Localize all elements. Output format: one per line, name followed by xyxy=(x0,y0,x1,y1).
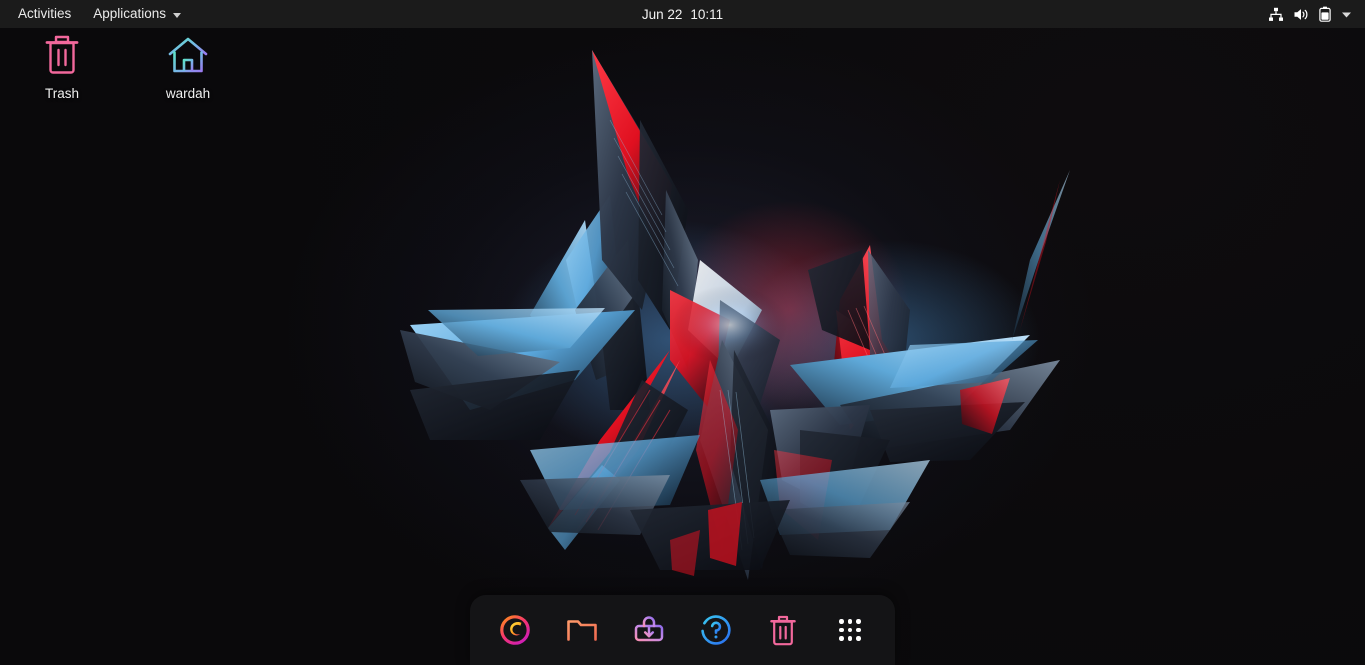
activities-button[interactable]: Activities xyxy=(9,3,80,25)
abstract-shards-artwork xyxy=(400,50,1070,580)
top-bar-left: Activities Applications xyxy=(0,0,190,28)
dock-item-firefox[interactable] xyxy=(492,607,538,653)
clock-date: Jun 22 xyxy=(641,6,683,22)
top-bar: Activities Applications Jun 22 10:11 xyxy=(0,0,1365,28)
dock xyxy=(470,595,895,665)
dock-item-show-apps[interactable] xyxy=(827,607,873,653)
battery-icon[interactable] xyxy=(1319,6,1331,22)
volume-icon[interactable] xyxy=(1293,7,1310,22)
desktop-icon-label: wardah xyxy=(165,86,211,101)
desktop-icon-home[interactable]: wardah xyxy=(140,30,236,102)
dock-item-trash[interactable] xyxy=(760,607,806,653)
home-icon xyxy=(165,30,211,80)
grid-dots-icon xyxy=(839,619,861,641)
applications-label: Applications xyxy=(93,6,167,22)
desktop-icon-trash[interactable]: Trash xyxy=(14,30,110,102)
desktop-screen: Activities Applications Jun 22 10:11 Tra… xyxy=(0,0,1365,665)
dock-item-files[interactable] xyxy=(559,607,605,653)
clock-area: Jun 22 10:11 xyxy=(0,0,1365,28)
trash-icon xyxy=(42,30,82,80)
chevron-down-icon[interactable] xyxy=(1340,8,1353,21)
dock-item-help[interactable] xyxy=(693,607,739,653)
network-wired-icon[interactable] xyxy=(1268,7,1284,22)
desktop-icon-label: Trash xyxy=(44,86,79,101)
clock-time: 10:11 xyxy=(690,6,724,22)
chevron-down-icon xyxy=(173,12,182,18)
datetime-menu[interactable]: Jun 22 10:11 xyxy=(632,3,733,26)
dock-item-software[interactable] xyxy=(626,607,672,653)
system-status-area[interactable] xyxy=(1262,0,1359,28)
applications-menu[interactable]: Applications xyxy=(84,3,190,25)
activities-label: Activities xyxy=(18,6,72,22)
